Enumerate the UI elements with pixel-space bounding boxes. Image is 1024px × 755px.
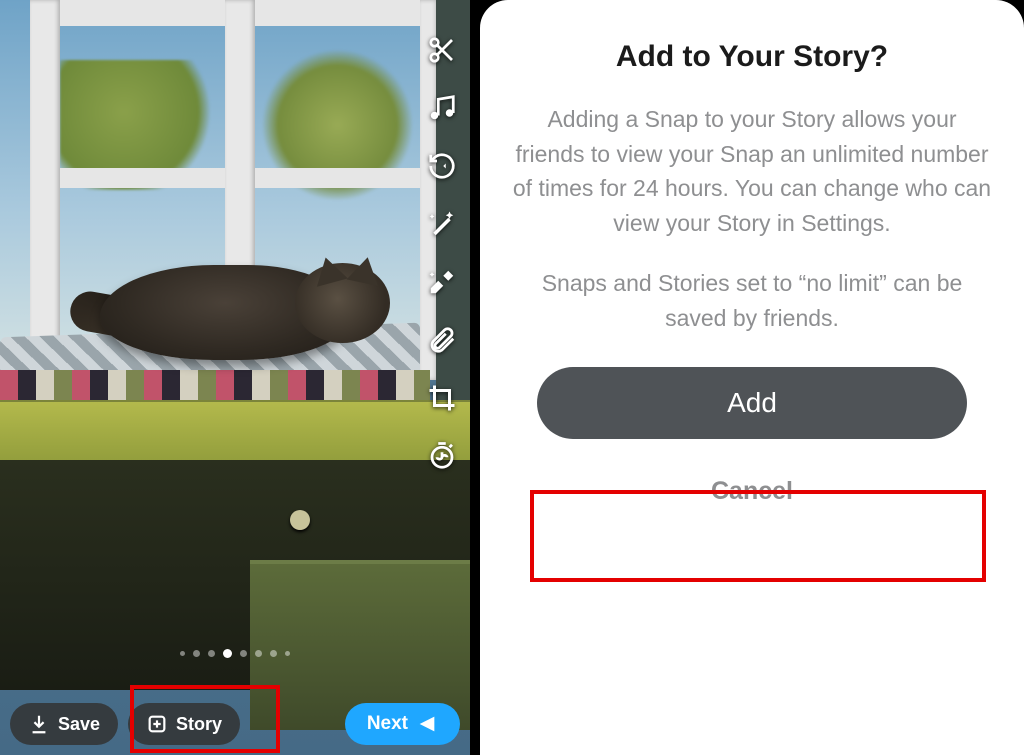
dialog-body: Adding a Snap to your Story allows your …	[512, 102, 992, 361]
music-icon[interactable]	[422, 88, 462, 128]
add-button-label: Add	[727, 387, 777, 419]
snap-preview-screen: Save Story Next	[0, 0, 470, 755]
next-button[interactable]: Next	[345, 703, 460, 745]
story-button[interactable]: Story	[128, 703, 240, 745]
crop-icon[interactable]	[422, 378, 462, 418]
save-button[interactable]: Save	[10, 703, 118, 745]
save-label: Save	[58, 714, 100, 735]
timer-icon[interactable]	[422, 436, 462, 476]
story-label: Story	[176, 714, 222, 735]
dialog-paragraph-1: Adding a Snap to your Story allows your …	[512, 102, 992, 240]
add-button[interactable]: Add	[537, 367, 967, 439]
edit-toolbar	[422, 30, 462, 476]
cancel-button-label: Cancel	[711, 477, 793, 505]
cancel-button[interactable]: Cancel	[711, 477, 793, 506]
sparkle-eraser-icon[interactable]	[422, 262, 462, 302]
next-label: Next	[367, 713, 408, 735]
dialog-title: Add to Your Story?	[616, 40, 888, 74]
dialog-paragraph-2: Snaps and Stories set to “no limit” can …	[512, 266, 992, 335]
paperclip-icon[interactable]	[422, 320, 462, 360]
cat-in-photo	[60, 235, 390, 365]
add-to-story-dialog: Add to Your Story? Adding a Snap to your…	[480, 0, 1024, 755]
magic-wand-icon[interactable]	[422, 204, 462, 244]
scissors-icon[interactable]	[422, 30, 462, 70]
bottom-action-bar: Save Story Next	[0, 703, 470, 745]
snap-photo	[0, 0, 470, 755]
rewind-icon[interactable]	[422, 146, 462, 186]
page-indicator	[180, 650, 290, 658]
